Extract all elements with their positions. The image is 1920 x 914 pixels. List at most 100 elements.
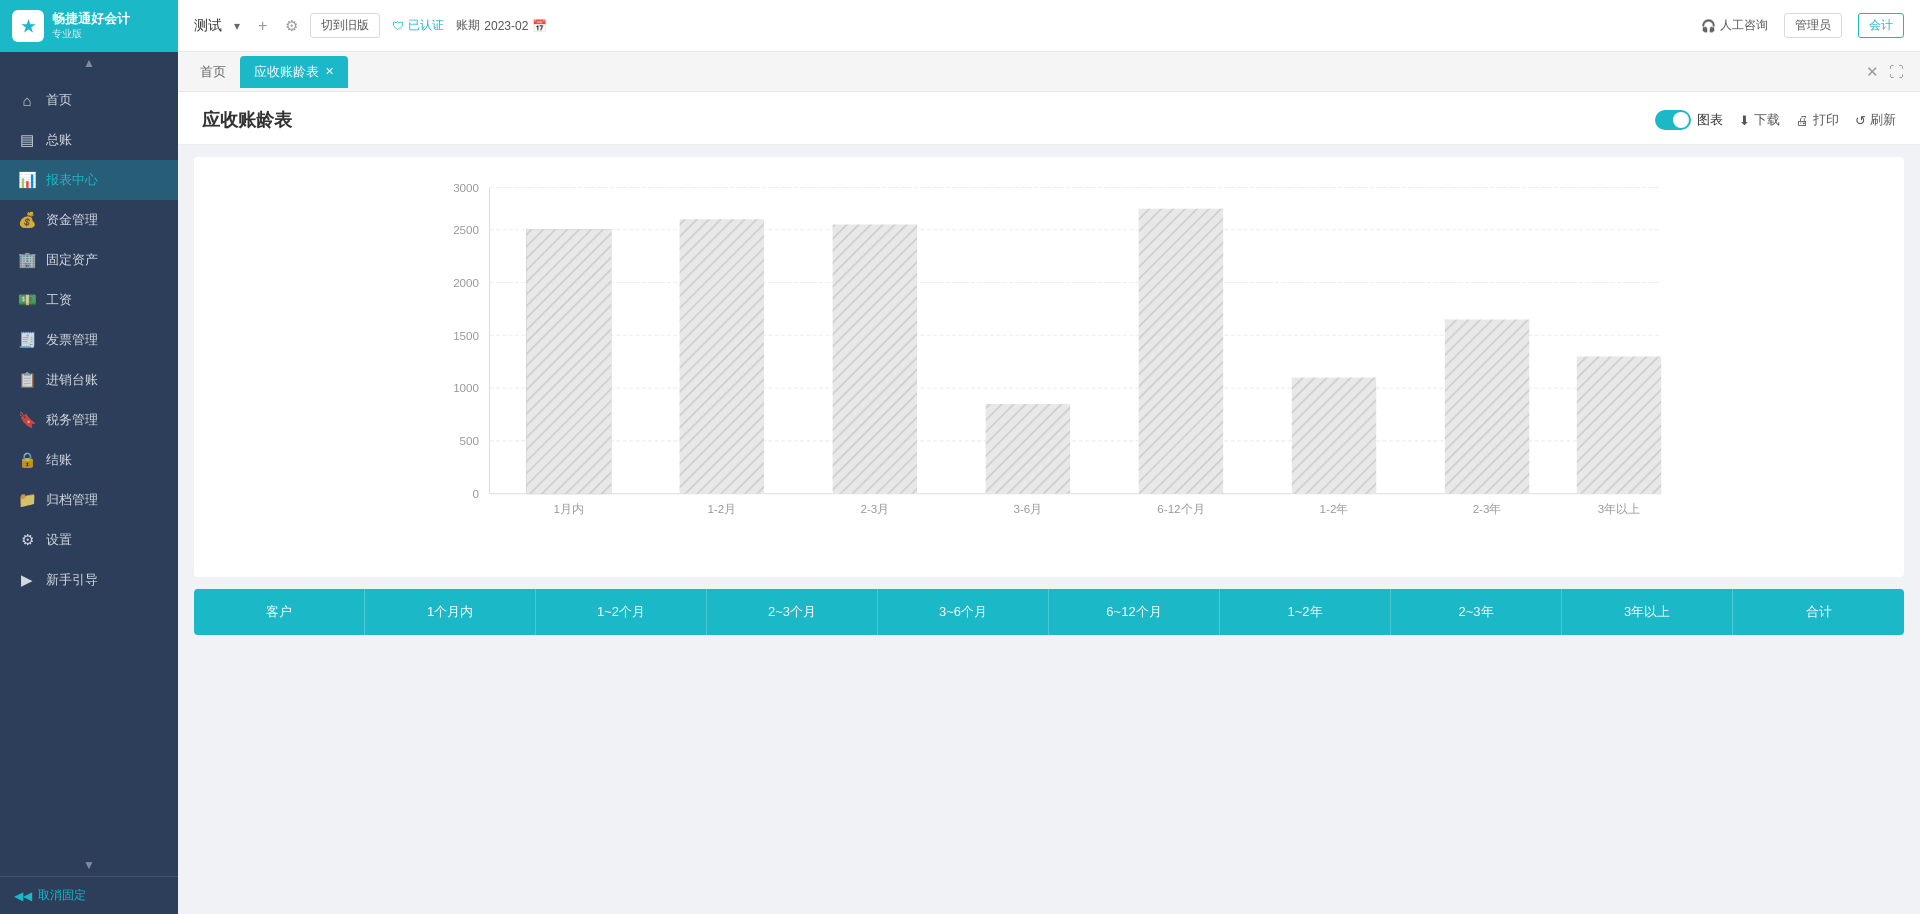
fund-icon: 💰 bbox=[18, 211, 36, 229]
svg-text:1000: 1000 bbox=[453, 381, 479, 394]
topbar-right: 🎧 人工咨询 管理员 会计 bbox=[1701, 13, 1904, 38]
download-label: 下载 bbox=[1754, 111, 1780, 129]
table-header-cell-1~2个月: 1~2个月 bbox=[536, 589, 707, 635]
topbar-admin-btn[interactable]: 管理员 bbox=[1784, 13, 1842, 38]
refresh-icon: ↺ bbox=[1855, 113, 1866, 128]
tab-home[interactable]: 首页 bbox=[186, 56, 240, 88]
report-icon: 📊 bbox=[18, 171, 36, 189]
sidebar-scroll-down[interactable]: ▼ bbox=[0, 854, 178, 876]
svg-rect-16 bbox=[527, 230, 611, 494]
ledger-icon: ▤ bbox=[18, 131, 36, 149]
sidebar-item-asset[interactable]: 🏢 固定资产 bbox=[0, 240, 178, 280]
sidebar-item-invoice[interactable]: 🧾 发票管理 bbox=[0, 320, 178, 360]
topbar-dropdown-icon[interactable]: ▾ bbox=[234, 19, 240, 33]
topbar: 测试 ▾ + ⚙ 切到旧版 🛡 已认证 账期 2023-02 📅 🎧 人工咨询 … bbox=[178, 0, 1920, 52]
tab-aging[interactable]: 应收账龄表 ✕ bbox=[240, 56, 348, 88]
topbar-period: 账期 2023-02 📅 bbox=[456, 17, 547, 34]
archive-icon: 📁 bbox=[18, 491, 36, 509]
guide-icon: ▶ bbox=[18, 571, 36, 589]
sidebar-item-guide[interactable]: ▶ 新手引导 bbox=[0, 560, 178, 600]
svg-rect-28 bbox=[1445, 320, 1529, 494]
topbar-gear-btn[interactable]: ⚙ bbox=[285, 17, 298, 35]
sidebar-item-report[interactable]: 📊 报表中心 bbox=[0, 160, 178, 200]
svg-text:6-12个月: 6-12个月 bbox=[1157, 502, 1204, 515]
page-container: 应收账龄表 图表 ⬇ 下载 🖨 打印 ↺ bbox=[178, 92, 1920, 635]
sidebar-label-archive: 归档管理 bbox=[46, 491, 98, 509]
page-title: 应收账龄表 bbox=[202, 108, 292, 132]
sidebar-label-home: 首页 bbox=[46, 91, 72, 109]
svg-text:3-6月: 3-6月 bbox=[1013, 502, 1042, 515]
logo-sub: 专业版 bbox=[52, 27, 130, 41]
table-header-cell-1个月内: 1个月内 bbox=[365, 589, 536, 635]
svg-text:2-3月: 2-3月 bbox=[860, 502, 889, 515]
tab-aging-close[interactable]: ✕ bbox=[325, 65, 334, 78]
download-icon: ⬇ bbox=[1739, 113, 1750, 128]
svg-text:1-2年: 1-2年 bbox=[1320, 502, 1349, 515]
svg-text:3000: 3000 bbox=[453, 181, 479, 194]
print-btn[interactable]: 🖨 打印 bbox=[1796, 111, 1839, 129]
table-header-cell-3~6个月: 3~6个月 bbox=[878, 589, 1049, 635]
svg-text:3年以上: 3年以上 bbox=[1598, 502, 1640, 515]
download-btn[interactable]: ⬇ 下载 bbox=[1739, 111, 1780, 129]
chart-wrapper: 0 500 1000 1500 2000 2500 3000 1月内 1- bbox=[214, 177, 1884, 557]
cancel-fixed-btn[interactable]: ◀◀ 取消固定 bbox=[0, 876, 178, 914]
sidebar: ★ 畅捷通好会计 专业版 ▲ ⌂ 首页 ▤ 总账 📊 报表中心 💰 资金管理 🏢… bbox=[0, 0, 178, 914]
home-icon: ⌂ bbox=[18, 92, 36, 109]
svg-rect-20 bbox=[833, 225, 917, 494]
sidebar-item-archive[interactable]: 📁 归档管理 bbox=[0, 480, 178, 520]
sidebar-label-invoice: 发票管理 bbox=[46, 331, 98, 349]
table-header-cell-合计: 合计 bbox=[1733, 589, 1904, 635]
sidebar-item-close[interactable]: 🔒 结账 bbox=[0, 440, 178, 480]
svg-rect-18 bbox=[680, 219, 764, 493]
sidebar-item-home[interactable]: ⌂ 首页 bbox=[0, 80, 178, 120]
tab-home-label: 首页 bbox=[200, 63, 226, 81]
chart-toggle-switch[interactable] bbox=[1655, 110, 1691, 130]
content-area: 应收账龄表 图表 ⬇ 下载 🖨 打印 ↺ bbox=[178, 92, 1920, 914]
sidebar-logo: ★ 畅捷通好会计 专业版 bbox=[0, 0, 178, 52]
bar-chart: 0 500 1000 1500 2000 2500 3000 1月内 1- bbox=[214, 177, 1884, 557]
calendar-icon[interactable]: 📅 bbox=[532, 19, 547, 33]
print-label: 打印 bbox=[1813, 111, 1839, 129]
topbar-old-version-btn[interactable]: 切到旧版 bbox=[310, 13, 380, 38]
asset-icon: 🏢 bbox=[18, 251, 36, 269]
logo-text: 畅捷通好会计 bbox=[52, 11, 130, 28]
tabbar-close-btn[interactable]: ✕ bbox=[1866, 63, 1879, 81]
sidebar-nav: ⌂ 首页 ▤ 总账 📊 报表中心 💰 资金管理 🏢 固定资产 💵 工资 🧾 发票… bbox=[0, 74, 178, 854]
salary-icon: 💵 bbox=[18, 291, 36, 309]
tabbar-expand-btn[interactable]: ⛶ bbox=[1889, 63, 1904, 80]
sidebar-item-tax[interactable]: 🔖 税务管理 bbox=[0, 400, 178, 440]
headset-icon: 🎧 bbox=[1701, 19, 1716, 33]
sidebar-item-ledger[interactable]: ▤ 总账 bbox=[0, 120, 178, 160]
table-area: 客户1个月内1~2个月2~3个月3~6个月6~12个月1~2年2~3年3年以上合… bbox=[194, 589, 1904, 635]
table-header-cell-1~2年: 1~2年 bbox=[1220, 589, 1391, 635]
service-label: 人工咨询 bbox=[1720, 17, 1768, 34]
chart-toggle[interactable]: 图表 bbox=[1655, 110, 1723, 130]
topbar-add-btn[interactable]: + bbox=[252, 15, 273, 37]
table-header-cell-6~12个月: 6~12个月 bbox=[1049, 589, 1220, 635]
sidebar-label-report: 报表中心 bbox=[46, 171, 98, 189]
page-header: 应收账龄表 图表 ⬇ 下载 🖨 打印 ↺ bbox=[178, 92, 1920, 145]
tabbar: 首页 应收账龄表 ✕ ✕ ⛶ bbox=[178, 52, 1920, 92]
close-icon: 🔒 bbox=[18, 451, 36, 469]
refresh-label: 刷新 bbox=[1870, 111, 1896, 129]
page-actions: 图表 ⬇ 下载 🖨 打印 ↺ 刷新 bbox=[1655, 110, 1896, 130]
cancel-fixed-label: 取消固定 bbox=[38, 887, 86, 904]
main-area: 测试 ▾ + ⚙ 切到旧版 🛡 已认证 账期 2023-02 📅 🎧 人工咨询 … bbox=[178, 0, 1920, 914]
tabbar-icons: ✕ ⛶ bbox=[1866, 63, 1912, 81]
topbar-role-btn[interactable]: 会计 bbox=[1858, 13, 1904, 38]
table-header-cell-2~3年: 2~3年 bbox=[1391, 589, 1562, 635]
tax-icon: 🔖 bbox=[18, 411, 36, 429]
refresh-btn[interactable]: ↺ 刷新 bbox=[1855, 111, 1896, 129]
sidebar-item-settings[interactable]: ⚙ 设置 bbox=[0, 520, 178, 560]
purchase-icon: 📋 bbox=[18, 371, 36, 389]
sidebar-label-salary: 工资 bbox=[46, 291, 72, 309]
topbar-service-btn[interactable]: 🎧 人工咨询 bbox=[1701, 17, 1768, 34]
sidebar-item-purchase[interactable]: 📋 进销台账 bbox=[0, 360, 178, 400]
sidebar-scroll-up[interactable]: ▲ bbox=[0, 52, 178, 74]
logo-icon: ★ bbox=[12, 10, 44, 42]
svg-text:2-3年: 2-3年 bbox=[1473, 502, 1502, 515]
svg-text:0: 0 bbox=[473, 487, 479, 500]
sidebar-item-salary[interactable]: 💵 工资 bbox=[0, 280, 178, 320]
sidebar-item-fund[interactable]: 💰 资金管理 bbox=[0, 200, 178, 240]
svg-rect-22 bbox=[986, 404, 1070, 494]
